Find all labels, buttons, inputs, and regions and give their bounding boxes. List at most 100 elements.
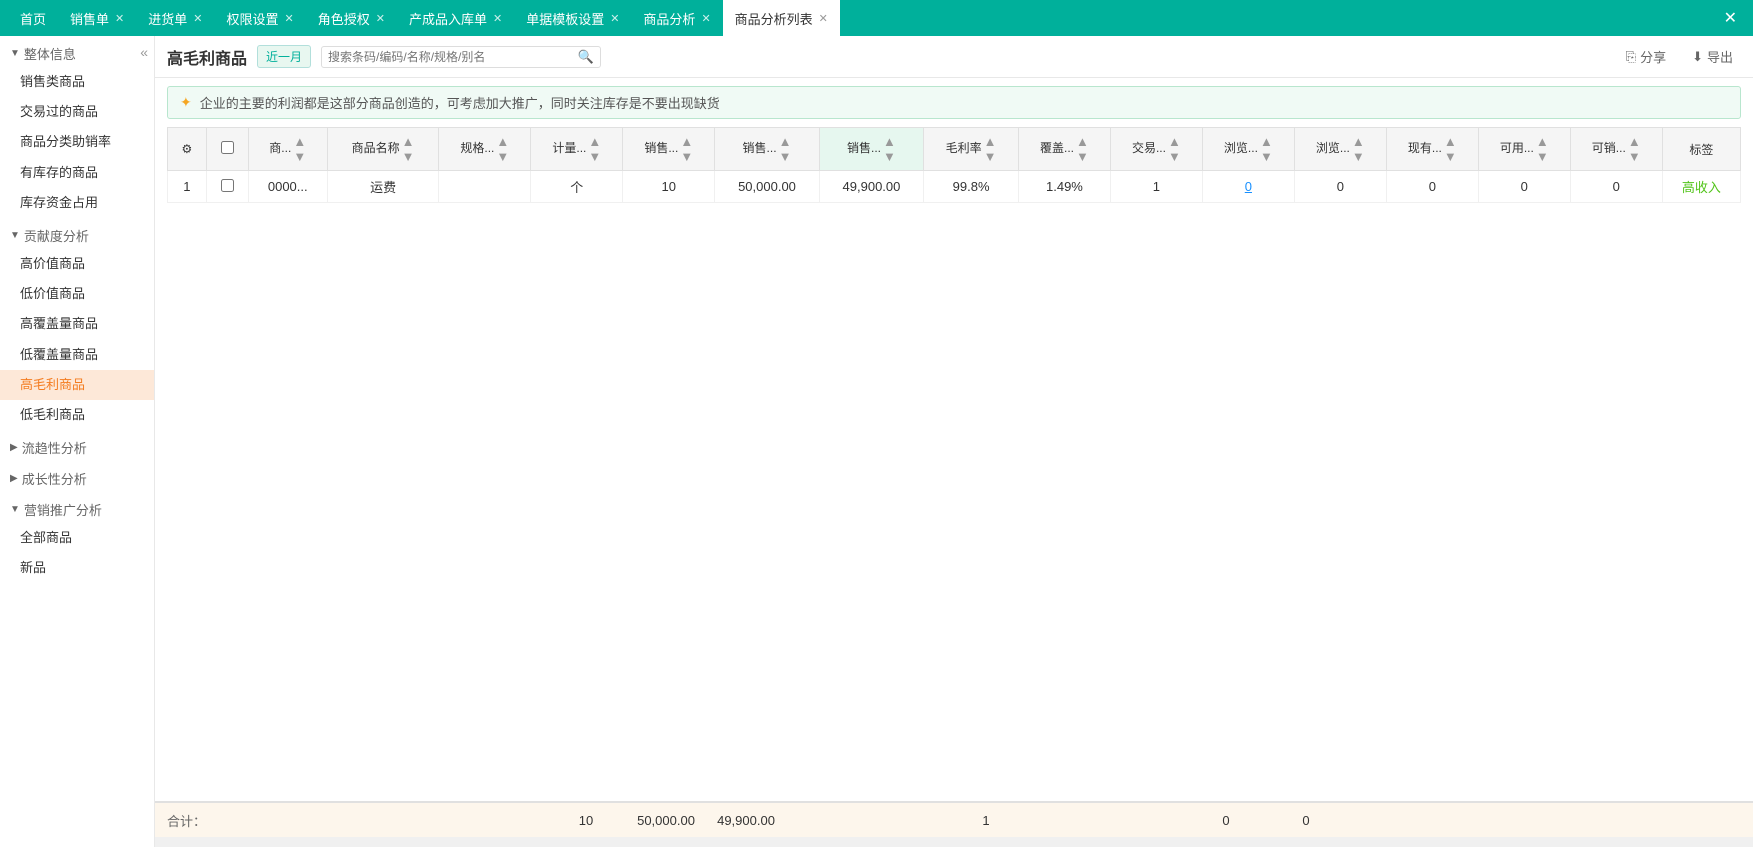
- page-title: 高毛利商品: [167, 45, 247, 69]
- nav-permissions[interactable]: 权限设置 ✕: [214, 0, 305, 36]
- search-input[interactable]: [328, 50, 578, 64]
- footer-browse1: [1026, 813, 1106, 828]
- nav-product-inbound[interactable]: 产成品入库单 ✕: [397, 0, 514, 36]
- footer-gross: [786, 813, 866, 828]
- footer-current: 0: [1186, 813, 1266, 828]
- nav-home[interactable]: 首页: [8, 0, 58, 36]
- th-code[interactable]: 商...▲▼: [248, 128, 327, 171]
- th-coverage[interactable]: 覆盖...▲▼: [1018, 128, 1110, 171]
- share-button[interactable]: ⎘ 分享: [1618, 44, 1674, 69]
- cell-spec: [439, 171, 531, 203]
- cell-gross-rate: 99.8%: [924, 171, 1019, 203]
- cell-sales2: 50,000.00: [715, 171, 819, 203]
- cell-browse1[interactable]: 0: [1202, 171, 1294, 203]
- th-spec[interactable]: 规格...▲▼: [439, 128, 531, 171]
- share-icon: ⎘: [1626, 49, 1636, 65]
- close-sales-order[interactable]: ✕: [115, 12, 124, 25]
- sidebar-group-trend[interactable]: ▶ 流趋性分析: [0, 430, 154, 461]
- footer-cell-3: [386, 813, 466, 828]
- sidebar-item-in-stock[interactable]: 有库存的商品: [0, 158, 154, 188]
- arrow-trend: ▶: [10, 442, 18, 453]
- th-trade[interactable]: 交易...▲▼: [1110, 128, 1202, 171]
- row-checkbox[interactable]: [221, 179, 234, 192]
- th-sales2[interactable]: 销售...▲▼: [715, 128, 819, 171]
- window-close-button[interactable]: ✕: [1716, 8, 1745, 28]
- close-role-auth[interactable]: ✕: [376, 12, 385, 25]
- search-box: 🔍: [321, 46, 601, 68]
- sidebar-item-sales-goods[interactable]: 销售类商品: [0, 67, 154, 97]
- arrow-overall: ▼: [10, 48, 20, 59]
- footer-available: 0: [1266, 813, 1346, 828]
- sidebar-group-contribution[interactable]: ▼ 贡献度分析: [0, 218, 154, 249]
- footer-coverage: [866, 813, 946, 828]
- th-gross-rate[interactable]: 毛利率▲▼: [924, 128, 1019, 171]
- content-area: 高毛利商品 近一月 🔍 ⎘ 分享 ⬇ 导出 ✦ 企业的主要的利润都是这部分商品创…: [155, 36, 1753, 847]
- th-settings[interactable]: ⚙: [168, 128, 207, 171]
- th-sales3[interactable]: 销售...▲▼: [819, 128, 923, 171]
- close-permissions[interactable]: ✕: [285, 12, 294, 25]
- nav-purchase-order[interactable]: 进货单 ✕: [136, 0, 214, 36]
- sidebar-item-high-value[interactable]: 高价值商品: [0, 249, 154, 279]
- cell-name: 运费: [327, 171, 439, 203]
- sidebar: « ▼ 整体信息 销售类商品 交易过的商品 商品分类助销率 有库存的商品 库存资…: [0, 36, 155, 847]
- cell-trade: 1: [1110, 171, 1202, 203]
- table-header-row: ⚙ 商...▲▼ 商品名称▲▼ 规格...▲▼ 计量...▲▼ 销售...▲▼ …: [168, 128, 1741, 171]
- footer-sales2: 50,000.00: [626, 813, 706, 828]
- info-icon: ✦: [180, 94, 192, 111]
- sidebar-group-overall[interactable]: ▼ 整体信息: [0, 36, 154, 67]
- th-browse2[interactable]: 浏览...▲▼: [1294, 128, 1386, 171]
- sidebar-item-high-coverage[interactable]: 高覆盖量商品: [0, 309, 154, 339]
- sidebar-item-all-goods[interactable]: 全部商品: [0, 523, 154, 553]
- sidebar-item-new-goods[interactable]: 新品: [0, 553, 154, 583]
- close-product-analysis[interactable]: ✕: [701, 12, 710, 25]
- cell-sales3: 49,900.00: [819, 171, 923, 203]
- sidebar-group-marketing[interactable]: ▼ 营销推广分析: [0, 492, 154, 523]
- close-purchase-order[interactable]: ✕: [193, 12, 202, 25]
- footer-cell-4: [466, 813, 546, 828]
- th-browse1[interactable]: 浏览...▲▼: [1202, 128, 1294, 171]
- th-saleable[interactable]: 可销...▲▼: [1570, 128, 1662, 171]
- th-available[interactable]: 可用...▲▼: [1478, 128, 1570, 171]
- sidebar-item-category-rate[interactable]: 商品分类助销率: [0, 127, 154, 157]
- cell-checkbox[interactable]: [206, 171, 248, 203]
- top-nav: 首页 销售单 ✕ 进货单 ✕ 权限设置 ✕ 角色授权 ✕ 产成品入库单 ✕ 单据…: [0, 0, 1753, 36]
- th-tag[interactable]: 标签: [1662, 128, 1740, 171]
- header-actions: ⎘ 分享 ⬇ 导出: [1618, 44, 1741, 69]
- th-sales1[interactable]: 销售...▲▼: [623, 128, 715, 171]
- th-unit[interactable]: 计量...▲▼: [531, 128, 623, 171]
- cell-sales1: 10: [623, 171, 715, 203]
- export-button[interactable]: ⬇ 导出: [1684, 44, 1741, 69]
- footer-sales3: 49,900.00: [706, 813, 786, 828]
- horizontal-scrollbar[interactable]: [155, 837, 1753, 847]
- sidebar-collapse-button[interactable]: «: [140, 44, 148, 60]
- nav-product-analysis[interactable]: 商品分析 ✕: [631, 0, 722, 36]
- export-icon: ⬇: [1692, 49, 1703, 65]
- nav-role-auth[interactable]: 角色授权 ✕: [306, 0, 397, 36]
- search-icon[interactable]: 🔍: [578, 49, 594, 65]
- table-footer: 合计： 10 50,000.00 49,900.00 1 0 0: [155, 801, 1753, 837]
- sidebar-item-low-value[interactable]: 低价值商品: [0, 279, 154, 309]
- close-product-inbound[interactable]: ✕: [493, 12, 502, 25]
- th-name[interactable]: 商品名称▲▼: [327, 128, 439, 171]
- sidebar-group-growth[interactable]: ▶ 成长性分析: [0, 461, 154, 492]
- close-template-settings[interactable]: ✕: [610, 12, 619, 25]
- cell-tag: 高收入: [1662, 171, 1740, 203]
- sidebar-item-low-coverage[interactable]: 低覆盖量商品: [0, 340, 154, 370]
- filter-recent-month[interactable]: 近一月: [257, 45, 311, 68]
- select-all-checkbox[interactable]: [221, 141, 234, 154]
- th-checkbox[interactable]: [206, 128, 248, 171]
- sidebar-item-high-margin[interactable]: 高毛利商品: [0, 370, 154, 400]
- nav-product-analysis-list[interactable]: 商品分析列表 ✕: [723, 0, 840, 36]
- nav-sales-order[interactable]: 销售单 ✕: [58, 0, 136, 36]
- close-product-analysis-list[interactable]: ✕: [819, 12, 828, 25]
- sidebar-item-traded-goods[interactable]: 交易过的商品: [0, 97, 154, 127]
- footer-sales1: 10: [546, 813, 626, 828]
- main-layout: « ▼ 整体信息 销售类商品 交易过的商品 商品分类助销率 有库存的商品 库存资…: [0, 36, 1753, 847]
- cell-code: 0000...: [248, 171, 327, 203]
- footer-browse2: [1106, 813, 1186, 828]
- nav-template-settings[interactable]: 单据模板设置 ✕: [514, 0, 631, 36]
- sidebar-item-low-margin[interactable]: 低毛利商品: [0, 400, 154, 430]
- table-container[interactable]: ⚙ 商...▲▼ 商品名称▲▼ 规格...▲▼ 计量...▲▼ 销售...▲▼ …: [167, 127, 1741, 801]
- sidebar-item-stock-capital[interactable]: 库存资金占用: [0, 188, 154, 218]
- th-current[interactable]: 现有...▲▼: [1386, 128, 1478, 171]
